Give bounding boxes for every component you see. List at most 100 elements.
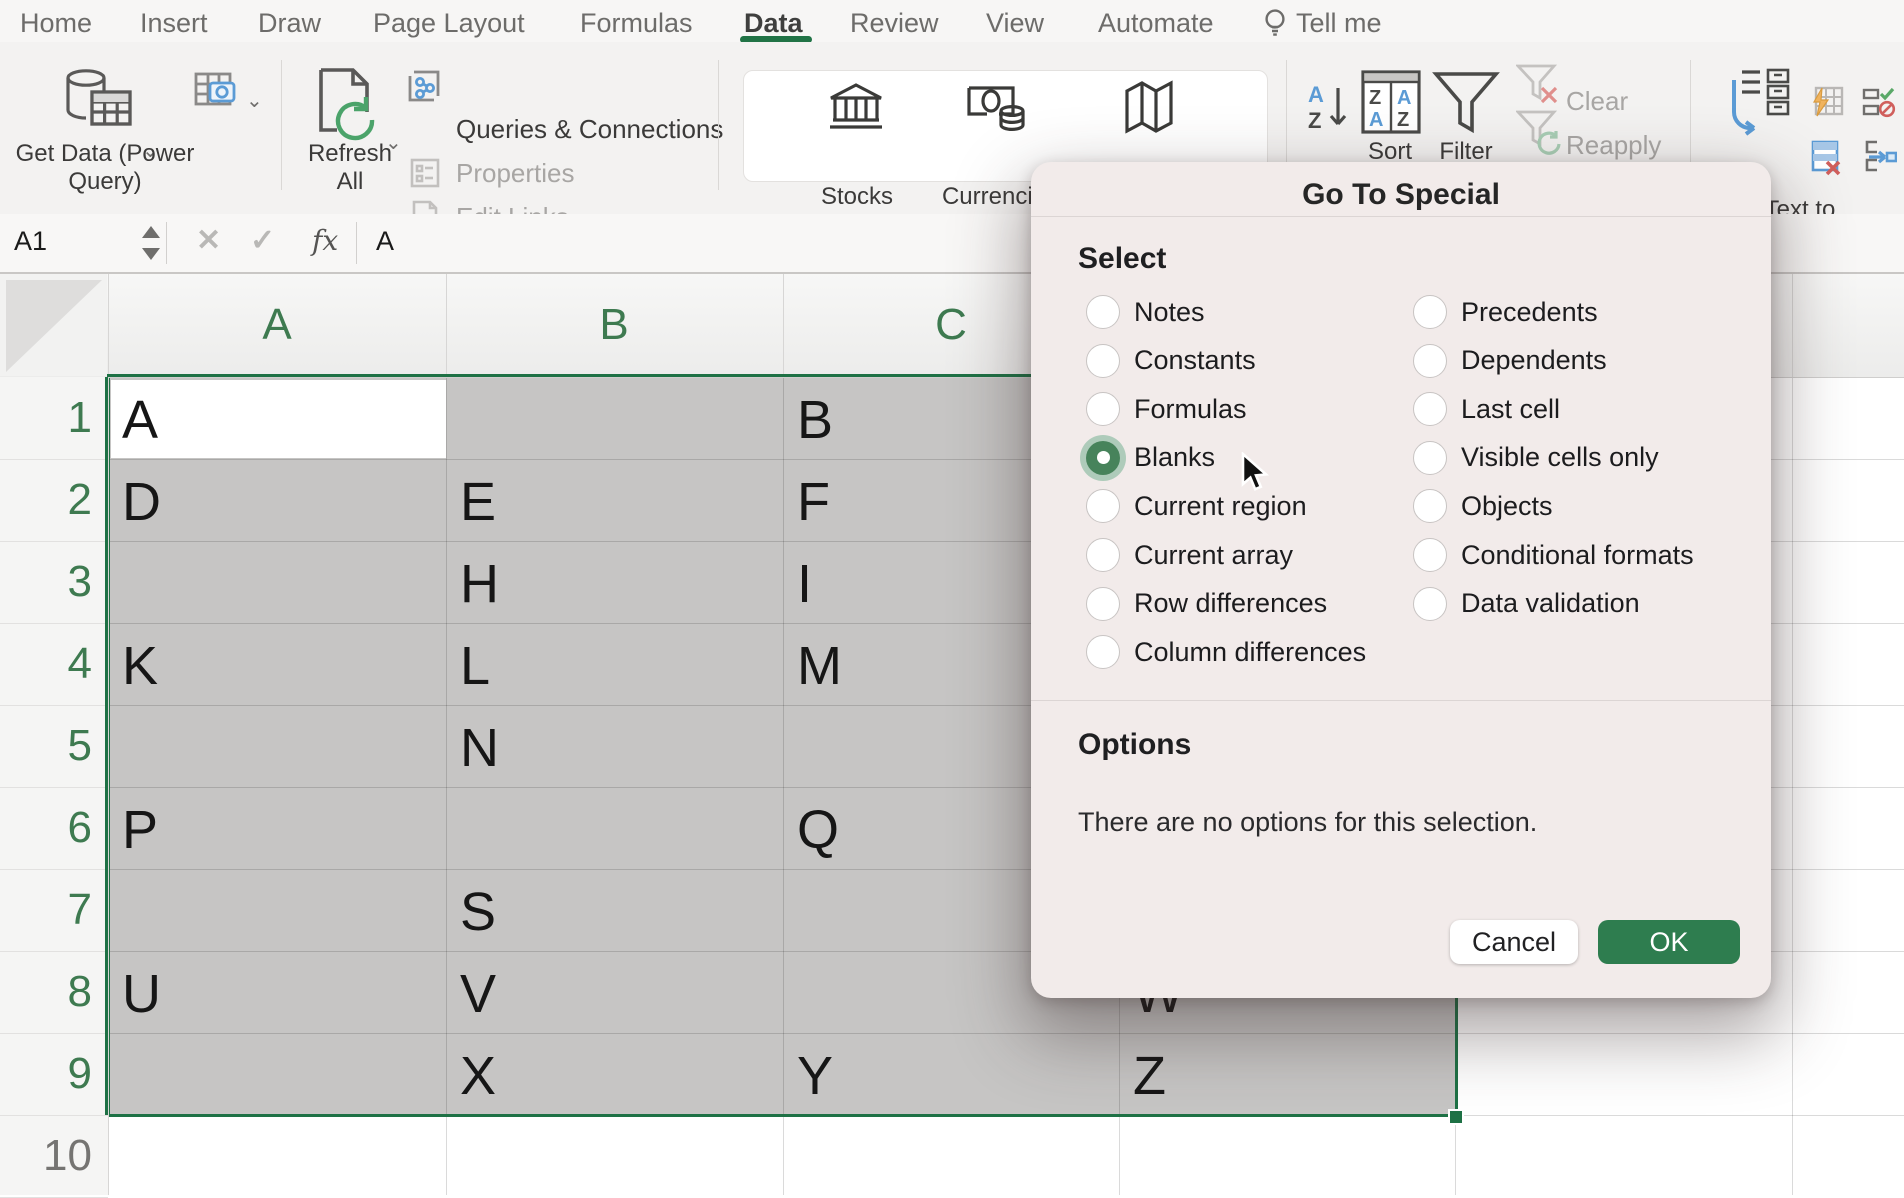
column-header-C[interactable]: C <box>935 300 967 350</box>
column-header-A[interactable]: A <box>262 300 291 350</box>
radio-label: Row differences <box>1134 588 1327 619</box>
confirm-entry-icon[interactable]: ✓ <box>250 223 275 258</box>
queries-connections-button[interactable]: Queries & Connections <box>456 114 723 145</box>
row-header-6[interactable]: 6 <box>0 803 92 853</box>
radio-data-validation[interactable]: Data validation <box>1413 580 1640 628</box>
ok-button[interactable]: OK <box>1598 920 1740 964</box>
formula-bar-divider <box>166 222 167 264</box>
row-header-8[interactable]: 8 <box>0 967 92 1017</box>
text-to-columns-icon[interactable] <box>1722 68 1792 153</box>
radio-visible-cells-only[interactable]: Visible cells only <box>1413 434 1659 482</box>
formula-input[interactable]: A <box>376 226 394 257</box>
menu-tab-formulas[interactable]: Formulas <box>580 8 693 39</box>
radio-icon[interactable] <box>1086 635 1120 669</box>
menu-tab-draw[interactable]: Draw <box>258 8 321 39</box>
radio-precedents[interactable]: Precedents <box>1413 288 1598 336</box>
radio-conditional-formats[interactable]: Conditional formats <box>1413 531 1694 579</box>
radio-notes[interactable]: Notes <box>1086 288 1205 336</box>
svg-text:Z: Z <box>1369 87 1381 109</box>
dialog-title: Go To Special <box>1031 178 1771 212</box>
menu-tab-home[interactable]: Home <box>20 8 92 39</box>
radio-last-cell[interactable]: Last cell <box>1413 385 1560 433</box>
table-camera-chevron-icon[interactable]: ⌄ <box>246 88 263 113</box>
radio-label: Conditional formats <box>1461 540 1694 571</box>
row-headers[interactable]: 1 2 3 4 5 6 7 8 9 10 <box>0 377 109 1195</box>
radio-label: Precedents <box>1461 297 1598 328</box>
mouse-cursor-icon <box>1240 452 1274 497</box>
row-header-1[interactable]: 1 <box>0 393 92 443</box>
menu-tab-data[interactable]: Data <box>744 8 803 39</box>
radio-label: Dependents <box>1461 345 1607 376</box>
radio-label: Visible cells only <box>1461 442 1659 473</box>
radio-label: Current region <box>1134 491 1307 522</box>
select-all-triangle-icon <box>6 280 102 372</box>
radio-constants[interactable]: Constants <box>1086 337 1256 385</box>
table-camera-icon[interactable] <box>194 72 238 115</box>
radio-row-differences[interactable]: Row differences <box>1086 580 1327 628</box>
cancel-entry-icon[interactable]: ✕ <box>196 223 221 258</box>
row-header-4[interactable]: 4 <box>0 639 92 689</box>
radio-objects[interactable]: Objects <box>1413 482 1553 530</box>
radio-icon[interactable] <box>1413 441 1447 475</box>
radio-blanks[interactable]: Blanks <box>1086 434 1215 482</box>
radio-icon[interactable] <box>1413 489 1447 523</box>
dialog-separator <box>1031 700 1771 701</box>
radio-icon[interactable] <box>1086 392 1120 426</box>
row-header-3[interactable]: 3 <box>0 557 92 607</box>
cancel-button[interactable]: Cancel <box>1450 920 1578 964</box>
radio-selected-icon[interactable] <box>1080 435 1126 481</box>
currencies-icon[interactable] <box>966 81 1032 140</box>
radio-column-differences[interactable]: Column differences <box>1086 628 1366 676</box>
radio-icon[interactable] <box>1413 587 1447 621</box>
stocks-icon[interactable] <box>827 81 885 138</box>
svg-text:Z: Z <box>1397 109 1409 131</box>
radio-formulas[interactable]: Formulas <box>1086 385 1247 433</box>
filter-icon[interactable] <box>1432 70 1500 147</box>
row-header-7[interactable]: 7 <box>0 885 92 935</box>
radio-label: Last cell <box>1461 394 1560 425</box>
menu-tab-view[interactable]: View <box>986 8 1044 39</box>
consolidate-icon[interactable] <box>1863 140 1897 179</box>
radio-label: Objects <box>1461 491 1553 522</box>
column-header-B[interactable]: B <box>599 300 628 350</box>
radio-icon[interactable] <box>1413 538 1447 572</box>
radio-dependents[interactable]: Dependents <box>1413 337 1607 385</box>
radio-label: Notes <box>1134 297 1205 328</box>
radio-label: Data validation <box>1461 588 1640 619</box>
radio-icon[interactable] <box>1086 489 1120 523</box>
menu-tab-tell-me[interactable]: Tell me <box>1302 8 1382 39</box>
radio-icon[interactable] <box>1413 295 1447 329</box>
menu-tab-review[interactable]: Review <box>850 8 939 39</box>
radio-icon[interactable] <box>1086 295 1120 329</box>
radio-icon[interactable] <box>1086 587 1120 621</box>
name-box-stepper-icon[interactable] <box>140 224 162 267</box>
queries-connections-icon[interactable] <box>408 70 444 109</box>
svg-text:A: A <box>1397 87 1411 109</box>
radio-icon[interactable] <box>1413 392 1447 426</box>
row-header-5[interactable]: 5 <box>0 721 92 771</box>
refresh-all-icon[interactable] <box>317 66 379 149</box>
row-header-9[interactable]: 9 <box>0 1049 92 1099</box>
get-data-button[interactable]: Get Data (Power Query) <box>10 140 200 196</box>
stocks-button[interactable]: Stocks <box>777 183 937 211</box>
sort-ascending-icon[interactable]: A Z <box>1308 82 1352 141</box>
svg-text:A: A <box>1308 82 1324 107</box>
menu-tab-insert[interactable]: Insert <box>140 8 208 39</box>
remove-duplicates-icon[interactable] <box>1811 140 1845 181</box>
menu-tab-automate[interactable]: Automate <box>1098 8 1214 39</box>
menu-tab-page-layout[interactable]: Page Layout <box>373 8 525 39</box>
name-box[interactable]: A1 <box>14 226 47 257</box>
get-data-icon[interactable] <box>62 68 134 147</box>
flash-fill-icon[interactable] <box>1810 86 1844 123</box>
select-all-corner[interactable] <box>0 274 107 376</box>
row-header-2[interactable]: 2 <box>0 475 92 525</box>
data-validation-icon[interactable] <box>1862 86 1896 123</box>
row-header-10[interactable]: 10 <box>0 1131 92 1181</box>
radio-current-array[interactable]: Current array <box>1086 531 1293 579</box>
radio-icon[interactable] <box>1086 538 1120 572</box>
fill-handle[interactable] <box>1448 1109 1464 1125</box>
geography-icon[interactable] <box>1123 79 1175 140</box>
insert-function-icon[interactable]: fx <box>312 224 338 257</box>
radio-icon[interactable] <box>1086 344 1120 378</box>
radio-icon[interactable] <box>1413 344 1447 378</box>
